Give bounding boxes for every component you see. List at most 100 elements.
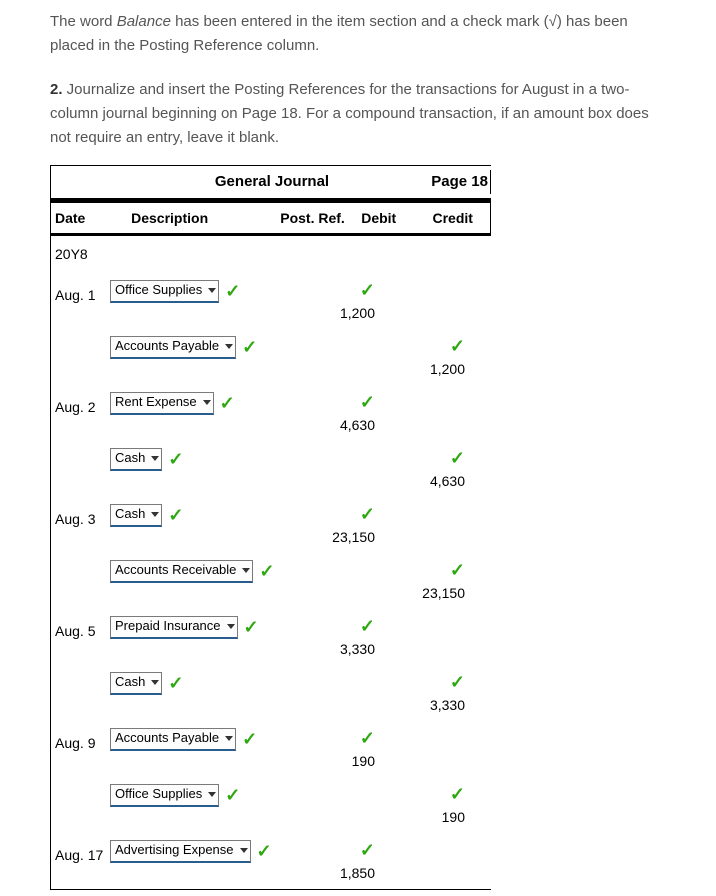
balance-word: Balance: [117, 13, 171, 30]
check-icon: ✓: [450, 560, 465, 580]
account-dropdown[interactable]: Rent Expense: [110, 392, 214, 415]
debit-amount: 190: [285, 750, 385, 772]
check-icon: ✓: [225, 786, 240, 804]
credit-description-cell: Cash ✓: [110, 672, 285, 695]
check-icon: ✓: [450, 784, 465, 804]
chevron-down-icon: [240, 848, 248, 853]
dropdown-text: Cash: [115, 672, 145, 693]
account-dropdown[interactable]: Office Supplies: [110, 784, 219, 807]
debit-amount: 4,630: [285, 414, 385, 436]
credit-description-cell: Office Supplies ✓: [110, 784, 285, 807]
journal-entry-debit-row: Aug. 17Advertising Expense✓✓1,850: [51, 840, 491, 884]
account-dropdown[interactable]: Office Supplies: [110, 280, 219, 303]
journal-header: General Journal Page 18: [51, 166, 491, 200]
account-dropdown[interactable]: Accounts Payable: [110, 728, 236, 751]
credit-amount: 1,200: [385, 358, 471, 380]
check-icon: ✓: [242, 730, 257, 748]
credit-amounts: ✓23,150: [285, 560, 491, 604]
check-icon: ✓: [257, 842, 272, 860]
check-icon: ✓: [168, 506, 183, 524]
chevron-down-icon: [227, 624, 235, 629]
account-dropdown[interactable]: Cash: [110, 448, 162, 471]
journal-entry-debit-row: Aug. 2Rent Expense✓✓4,630: [51, 392, 491, 436]
dropdown-text: Cash: [115, 504, 145, 525]
account-dropdown[interactable]: Prepaid Insurance: [110, 616, 238, 639]
entry-date: Aug. 9: [51, 728, 110, 754]
journal-entry-debit-row: Aug. 5Prepaid Insurance✓✓3,330: [51, 616, 491, 660]
dropdown-text: Accounts Payable: [115, 728, 219, 749]
check-icon: ✓: [360, 504, 375, 524]
debit-amounts: ✓1,200: [285, 280, 491, 324]
chevron-down-icon: [208, 288, 216, 293]
entry-date-blank: [51, 448, 110, 452]
credit-amount: 4,630: [385, 470, 471, 492]
dropdown-text: Cash: [115, 448, 145, 469]
intro-text-a: The word: [50, 13, 117, 30]
intro-paragraph: The word Balance has been entered in the…: [50, 10, 666, 58]
dropdown-text: Accounts Payable: [115, 336, 219, 357]
journal-entry-debit-row: Aug. 9Accounts Payable✓✓190: [51, 728, 491, 772]
journal-title: General Journal: [51, 170, 413, 194]
check-icon: ✓: [450, 448, 465, 468]
check-icon: ✓: [360, 392, 375, 412]
dropdown-text: Rent Expense: [115, 392, 197, 413]
debit-amounts: ✓190: [285, 728, 491, 772]
credit-amounts: ✓190: [285, 784, 491, 828]
debit-description-cell: Prepaid Insurance ✓: [110, 616, 285, 639]
journal-entry-credit-row: Office Supplies✓✓190: [51, 784, 491, 828]
entry-date: Aug. 17: [51, 840, 110, 866]
debit-amounts: ✓4,630: [285, 392, 491, 436]
step-2-instruction: 2. Journalize and insert the Posting Ref…: [50, 78, 666, 150]
debit-amount: 3,330: [285, 638, 385, 660]
check-icon: ✓: [450, 672, 465, 692]
debit-description-cell: Advertising Expense ✓: [110, 840, 285, 863]
chevron-down-icon: [203, 400, 211, 405]
account-dropdown[interactable]: Accounts Receivable: [110, 560, 253, 583]
account-dropdown[interactable]: Cash: [110, 504, 162, 527]
credit-amounts: ✓1,200: [285, 336, 491, 380]
debit-amount: 23,150: [285, 526, 385, 548]
entry-date-blank: [51, 560, 110, 564]
account-dropdown[interactable]: Advertising Expense: [110, 840, 251, 863]
account-dropdown[interactable]: Accounts Payable: [110, 336, 236, 359]
debit-amounts: ✓1,850: [285, 840, 491, 884]
debit-amounts: ✓3,330: [285, 616, 491, 660]
credit-description-cell: Accounts Payable ✓: [110, 336, 285, 359]
entry-date: Aug. 5: [51, 616, 110, 642]
debit-description-cell: Cash ✓: [110, 504, 285, 527]
check-icon: ✓: [360, 840, 375, 860]
entry-date-blank: [51, 784, 110, 788]
journal-entry-credit-row: Cash✓✓3,330: [51, 672, 491, 716]
check-icon: ✓: [168, 674, 183, 692]
account-dropdown[interactable]: Cash: [110, 672, 162, 695]
journal-body: 20Y8 Aug. 1Office Supplies✓✓1,200Account…: [51, 236, 491, 888]
journal-entry-debit-row: Aug. 3Cash✓✓23,150: [51, 504, 491, 548]
debit-amount: 1,850: [285, 862, 385, 884]
dropdown-text: Advertising Expense: [115, 840, 234, 861]
check-icon: ✓: [360, 728, 375, 748]
journal-entry-credit-row: Accounts Payable✓✓1,200: [51, 336, 491, 380]
dropdown-text: Office Supplies: [115, 280, 202, 301]
dropdown-text: Prepaid Insurance: [115, 616, 221, 637]
check-icon: ✓: [242, 338, 257, 356]
check-icon: ✓: [244, 618, 259, 636]
debit-description-cell: Office Supplies ✓: [110, 280, 285, 303]
dropdown-text: Accounts Receivable: [115, 560, 236, 581]
chevron-down-icon: [225, 344, 233, 349]
credit-amounts: ✓4,630: [285, 448, 491, 492]
chevron-down-icon: [225, 736, 233, 741]
chevron-down-icon: [151, 680, 159, 685]
credit-amount: 190: [385, 806, 471, 828]
col-credit: Credit: [428, 203, 491, 233]
check-icon: ✓: [360, 616, 375, 636]
credit-description-cell: Cash ✓: [110, 448, 285, 471]
chevron-down-icon: [151, 456, 159, 461]
entry-date-blank: [51, 672, 110, 676]
debit-description-cell: Accounts Payable ✓: [110, 728, 285, 751]
year-label: 20Y8: [51, 241, 491, 267]
entry-date-blank: [51, 336, 110, 340]
check-icon: ✓: [450, 336, 465, 356]
check-icon: ✓: [225, 282, 240, 300]
step-text: Journalize and insert the Posting Refere…: [50, 81, 649, 146]
check-icon: ✓: [168, 450, 183, 468]
